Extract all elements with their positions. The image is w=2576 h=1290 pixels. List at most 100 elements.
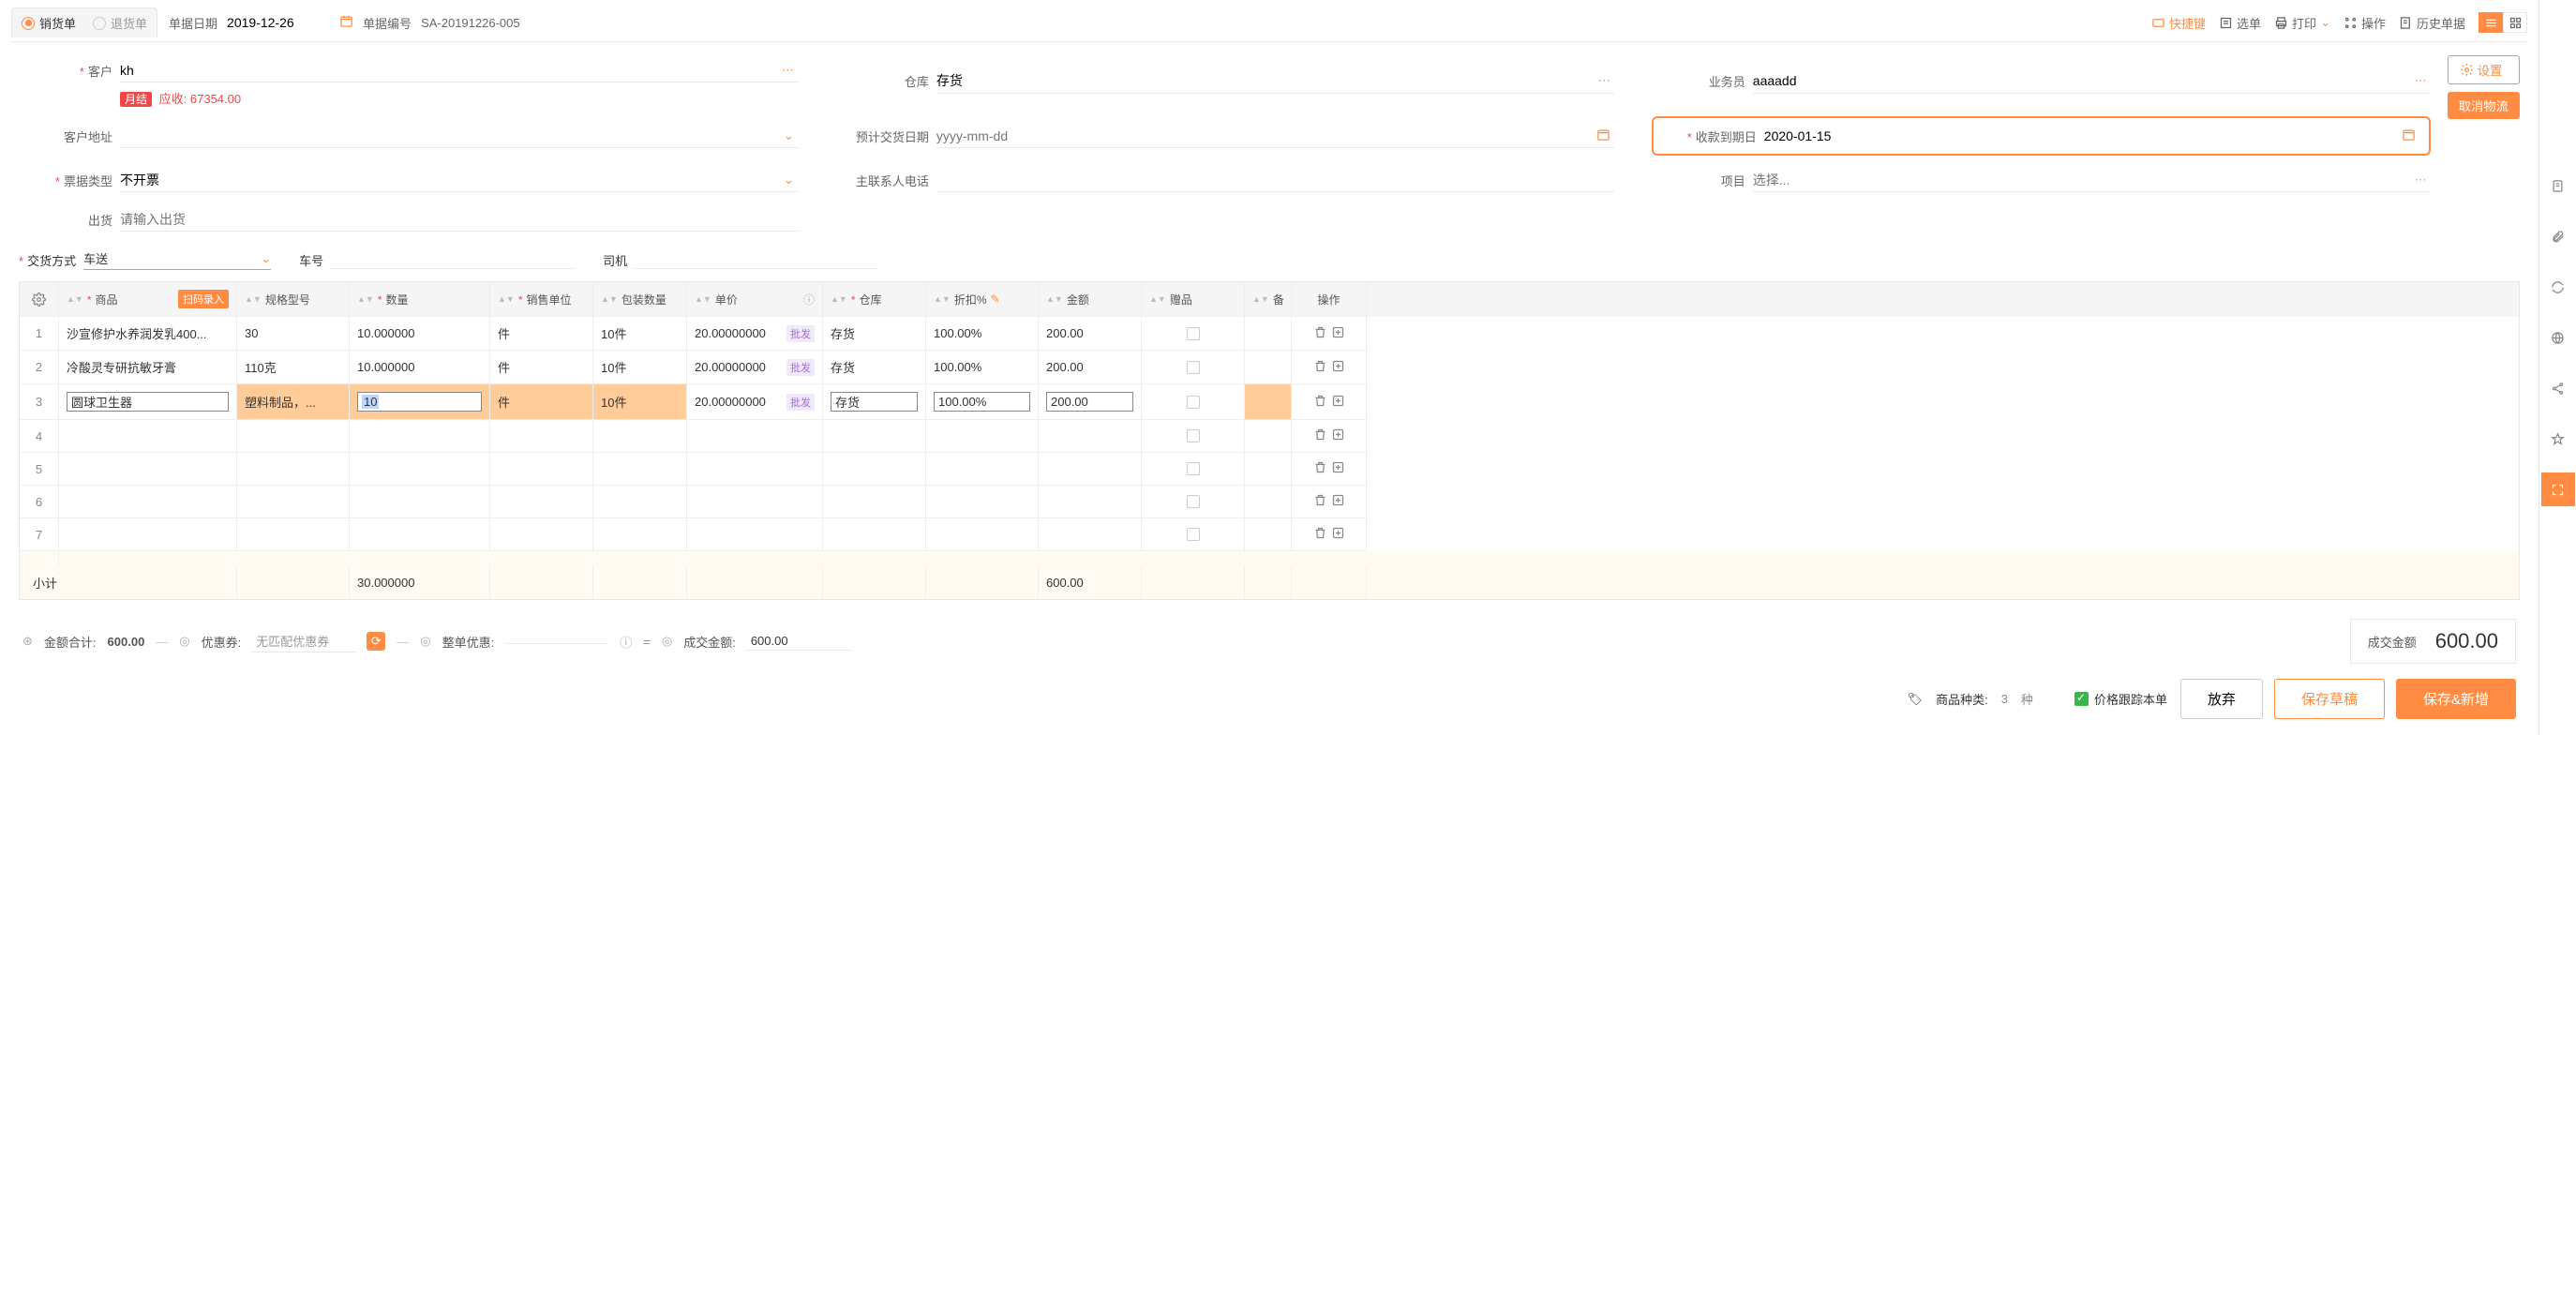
toolbar-history[interactable]: 历史单据 [2399,14,2465,32]
cell-spec[interactable] [237,453,350,486]
col-price[interactable]: ▲▼单价ⓘ [687,282,823,317]
cell-warehouse[interactable]: 存货 [823,384,926,420]
more-icon[interactable]: ⋯ [2411,172,2431,188]
chevron-down-icon[interactable]: ⌄ [780,172,798,188]
cell-unit[interactable] [490,518,593,551]
note-icon[interactable] [2541,169,2575,202]
cell-qty[interactable] [350,453,490,486]
edit-icon[interactable]: ✎ [991,292,1000,306]
tab-sales-order[interactable]: 销货单 [22,14,76,32]
toolbar-print[interactable]: 打印⌄ [2274,14,2330,32]
cell-amount[interactable] [1039,420,1142,453]
cell-extra[interactable] [1245,453,1292,486]
more-icon[interactable]: ⋯ [1595,73,1614,88]
star-icon[interactable] [2541,422,2575,456]
cell-qty[interactable]: 10 [350,384,490,420]
checkbox-icon[interactable] [1187,327,1200,340]
checkbox-icon[interactable] [1187,361,1200,374]
sync-icon[interactable] [2541,270,2575,304]
cell-warehouse[interactable]: 存货 [823,317,926,351]
cell-qty[interactable]: 10.000000 [350,351,490,384]
cell-pack[interactable] [593,420,687,453]
cell-unit[interactable]: 件 [490,317,593,351]
cell-amount[interactable] [1039,518,1142,551]
calendar-icon[interactable] [339,14,353,31]
cell-warehouse[interactable] [823,453,926,486]
view-grid-icon[interactable] [2503,12,2527,33]
delete-icon[interactable] [1313,428,1327,444]
cell-pack[interactable]: 10件 [593,351,687,384]
add-icon[interactable] [1331,359,1345,376]
checkbox-icon[interactable] [1187,528,1200,541]
cell-pack[interactable] [593,518,687,551]
calendar-icon[interactable] [2398,128,2419,144]
add-icon[interactable] [1331,394,1345,411]
col-gift[interactable]: ▲▼赠品 [1142,282,1245,317]
cell-price[interactable] [687,420,823,453]
deal-value[interactable]: 600.00 [747,632,850,651]
due-date-input[interactable] [1764,124,2419,148]
globe-icon[interactable] [2541,321,2575,354]
add-icon[interactable] [1331,493,1345,510]
cell-spec[interactable] [237,486,350,518]
cell-product[interactable]: 沙宣修护水养润发乳400... [59,317,237,351]
table-row[interactable]: 6 [20,486,2519,518]
coupon-input[interactable]: 无匹配优惠券 [252,630,355,652]
cell-unit[interactable] [490,420,593,453]
cell-extra[interactable] [1245,384,1292,420]
cell-spec[interactable]: 塑料制品，... [237,384,350,420]
table-row[interactable]: 4 [20,420,2519,453]
cell-discount[interactable] [926,486,1039,518]
cell-unit[interactable]: 件 [490,384,593,420]
cell-product[interactable] [59,453,237,486]
cell-pack[interactable] [593,453,687,486]
chevron-down-icon[interactable]: ⌄ [780,128,798,143]
table-row[interactable]: 5 [20,453,2519,486]
checkbox-icon[interactable] [1187,396,1200,409]
cell-gift[interactable] [1142,420,1245,453]
cell-discount[interactable] [926,420,1039,453]
share-icon[interactable] [2541,371,2575,405]
table-row[interactable]: 1 沙宣修护水养润发乳400... 30 10.000000 件 10件 20.… [20,317,2519,351]
delete-icon[interactable] [1313,359,1327,376]
cell-gift[interactable] [1142,486,1245,518]
cell-amount[interactable]: 200.00 [1039,317,1142,351]
cell-amount[interactable] [1039,453,1142,486]
delete-icon[interactable] [1313,493,1327,510]
cell-product[interactable]: 冷酸灵专研抗敏牙膏 [59,351,237,384]
cell-price[interactable]: 20.00000000批发 [687,384,823,420]
cell-spec[interactable] [237,518,350,551]
cell-warehouse[interactable] [823,518,926,551]
checkbox-icon[interactable] [1187,429,1200,442]
table-row[interactable]: 7 [20,518,2519,551]
cell-price[interactable] [687,453,823,486]
tab-return-order[interactable]: 退货单 [93,14,147,32]
invoice-select[interactable]: ⌄ [120,168,798,192]
cell-warehouse[interactable]: 存货 [823,351,926,384]
cell-qty[interactable] [350,518,490,551]
cell-price[interactable] [687,486,823,518]
price-track-checkbox[interactable]: 价格跟踪本单 [2074,690,2167,708]
toolbar-shortcut[interactable]: 快捷键 [2151,14,2206,32]
warehouse-input[interactable]: ⋯ [936,69,1614,94]
cell-warehouse[interactable] [823,420,926,453]
info-icon[interactable]: ⓘ [620,633,632,651]
cell-product[interactable] [59,486,237,518]
attachment-icon[interactable] [2541,219,2575,253]
cell-spec[interactable]: 30 [237,317,350,351]
whole-discount-input[interactable] [505,639,608,644]
cell-product[interactable] [59,420,237,453]
cell-extra[interactable] [1245,518,1292,551]
cell-price[interactable] [687,518,823,551]
col-unit[interactable]: ▲▼销售单位 [490,282,593,317]
delete-icon[interactable] [1313,394,1327,411]
table-row[interactable]: 2 冷酸灵专研抗敏牙膏 110克 10.000000 件 10件 20.0000… [20,351,2519,384]
table-row[interactable]: 3 圆球卫生器 塑料制品，... 10 件 10件 20.00000000批发 … [20,384,2519,420]
info-icon[interactable]: ⓘ [803,292,815,308]
gear-icon[interactable] [20,282,59,317]
cancel-logistics-button[interactable]: 取消物流 [2448,92,2520,119]
cell-pack[interactable]: 10件 [593,317,687,351]
cell-unit[interactable] [490,486,593,518]
cell-extra[interactable] [1245,351,1292,384]
cell-amount[interactable] [1039,486,1142,518]
